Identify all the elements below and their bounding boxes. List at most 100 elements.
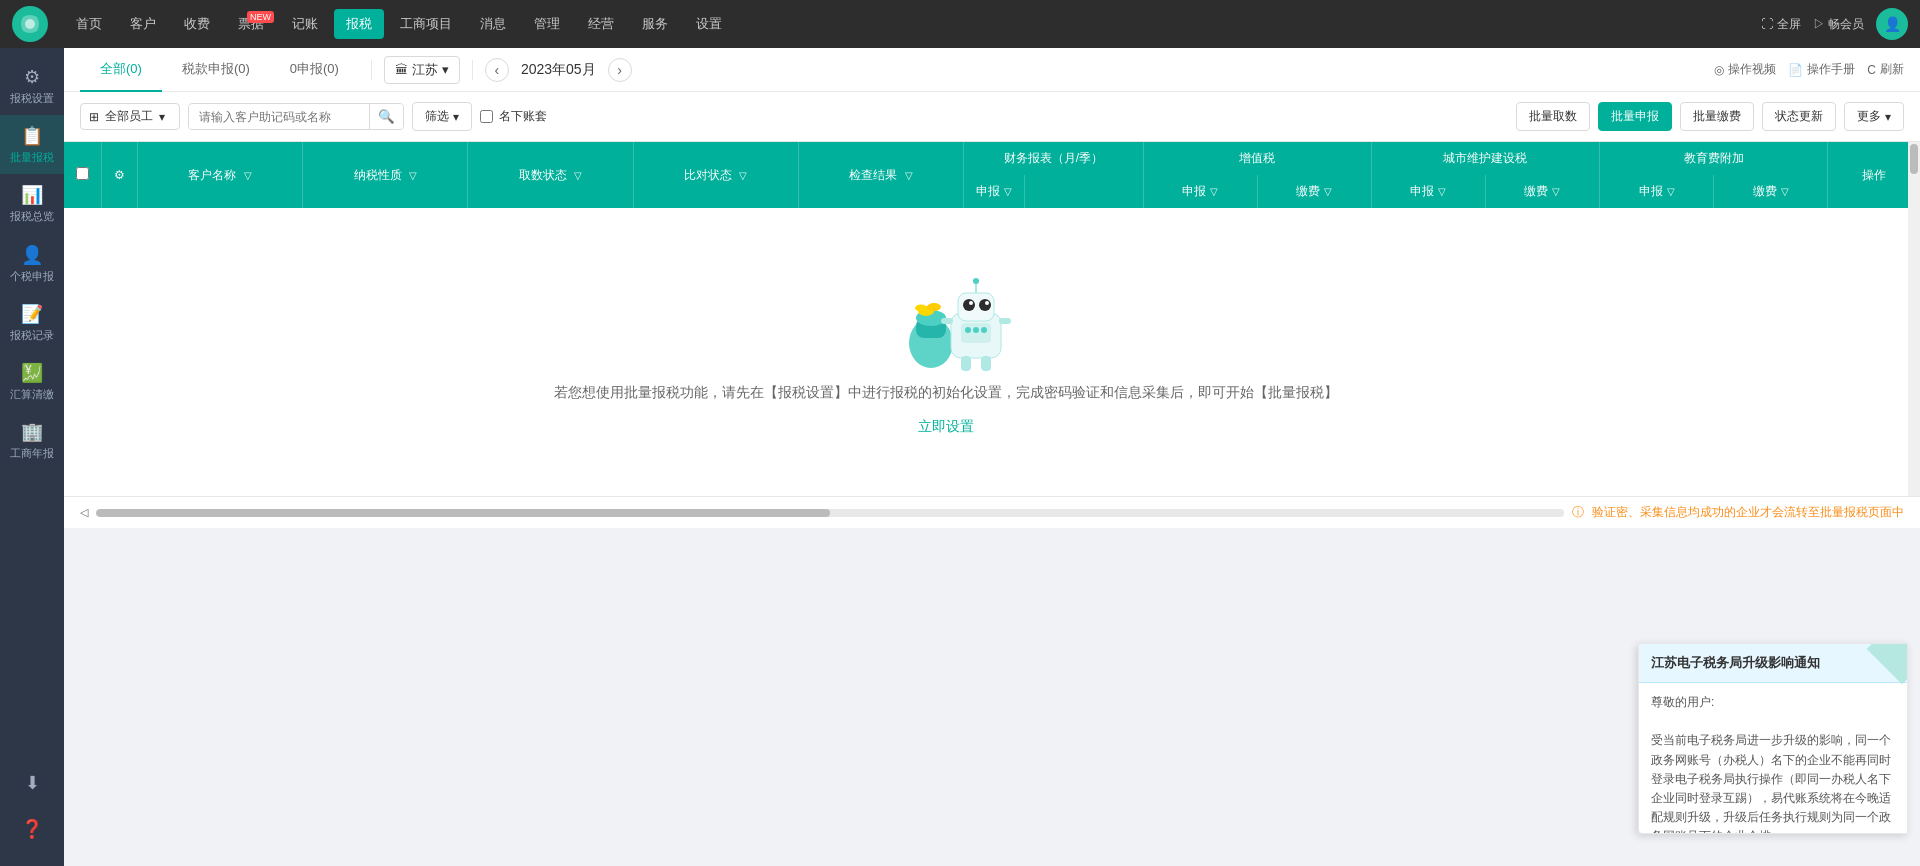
sidebar: ⚙ 报税设置 📋 批量报税 📊 报税总览 👤 个税申报 📝 报税记录 💹 汇算清… bbox=[0, 48, 64, 866]
search-input[interactable] bbox=[189, 105, 369, 129]
next-month-btn[interactable]: › bbox=[608, 58, 632, 82]
region-chevron: ▾ bbox=[442, 62, 449, 77]
prev-month-btn[interactable]: ‹ bbox=[485, 58, 509, 82]
employee-dropdown[interactable]: ⊞ 全部员工 ▾ bbox=[80, 103, 180, 130]
tab-zero-submit[interactable]: 0申报(0) bbox=[270, 48, 359, 92]
user-avatar[interactable]: 👤 bbox=[1876, 8, 1908, 40]
app-logo[interactable] bbox=[12, 6, 48, 42]
notification-body: 尊敬的用户:受当前电子税务局进一步升级的影响，同一个政务网账号（办税人）名下的企… bbox=[1639, 683, 1907, 833]
city-pay-col[interactable]: 缴费▽ bbox=[1485, 175, 1599, 208]
vat-pay-col[interactable]: 缴费▽ bbox=[1257, 175, 1371, 208]
tab-bar: 全部(0) 税款申报(0) 0申报(0) 🏛 江苏 ▾ ‹ 2023年05月 › bbox=[64, 48, 1920, 92]
notif-corner bbox=[1867, 644, 1907, 684]
logo-icon bbox=[12, 6, 48, 42]
status-update-btn[interactable]: 状态更新 bbox=[1762, 102, 1836, 131]
customer-name-col[interactable]: 客户名称 ▽ bbox=[138, 142, 303, 208]
tax-type-col[interactable]: 纳税性质 ▽ bbox=[303, 142, 468, 208]
more-btn[interactable]: 更多 ▾ bbox=[1844, 102, 1904, 131]
compare-status-col[interactable]: 比对状态 ▽ bbox=[633, 142, 798, 208]
check-result-col[interactable]: 检查结果 ▽ bbox=[798, 142, 963, 208]
sidebar-item-tax-overview[interactable]: 📊 报税总览 bbox=[0, 174, 64, 233]
warn-icon: ⓘ bbox=[1572, 504, 1584, 521]
data-table: ⚙ 客户名称 ▽ 纳税性质 ▽ 取数状态 bbox=[64, 142, 1920, 496]
help-icon: ❓ bbox=[21, 818, 43, 840]
sidebar-label-tax-records: 报税记录 bbox=[10, 329, 54, 342]
sidebar-item-personal-tax[interactable]: 👤 个税申报 bbox=[0, 234, 64, 293]
month-navigation: ‹ 2023年05月 › bbox=[485, 58, 632, 82]
nav-manage[interactable]: 管理 bbox=[522, 9, 572, 39]
filter-chevron: ▾ bbox=[453, 110, 459, 124]
customer-filter-icon: ▽ bbox=[244, 170, 252, 181]
svg-point-6 bbox=[915, 305, 927, 312]
batch-pay-btn[interactable]: 批量缴费 bbox=[1680, 102, 1754, 131]
svg-point-14 bbox=[973, 278, 979, 284]
financial-submit-col[interactable]: 申报▽ bbox=[964, 175, 1025, 208]
employee-table-icon: ⊞ bbox=[89, 110, 99, 124]
financial-report-col: 财务报表（月/季） bbox=[964, 142, 1143, 175]
setup-link[interactable]: 立即设置 bbox=[918, 418, 974, 436]
nav-customer[interactable]: 客户 bbox=[118, 9, 168, 39]
nav-home[interactable]: 首页 bbox=[64, 9, 114, 39]
nav-settings[interactable]: 设置 bbox=[684, 9, 734, 39]
toolbar-right: 批量取数 批量申报 批量缴费 状态更新 更多 ▾ bbox=[1516, 102, 1904, 131]
main-layout: ⚙ 报税设置 📋 批量报税 📊 报税总览 👤 个税申报 📝 报税记录 💹 汇算清… bbox=[0, 48, 1920, 866]
sidebar-item-annual-report[interactable]: 🏢 工商年报 bbox=[0, 411, 64, 470]
sidebar-label-tax-overview: 报税总览 bbox=[10, 210, 54, 223]
svg-point-10 bbox=[979, 299, 991, 311]
sidebar-item-tax-settings[interactable]: ⚙ 报税设置 bbox=[0, 56, 64, 115]
toolbar: ⊞ 全部员工 ▾ 🔍 筛选 ▾ 名下账套 批量取数 批量申报 批量缴费 状态更新 bbox=[64, 92, 1920, 142]
city-submit-col[interactable]: 申报▽ bbox=[1371, 175, 1485, 208]
nav-message[interactable]: 消息 bbox=[468, 9, 518, 39]
region-dropdown[interactable]: 🏛 江苏 ▾ bbox=[384, 56, 460, 84]
sidebar-label-annual-report: 工商年报 bbox=[10, 447, 54, 460]
sidebar-item-settlement[interactable]: 💹 汇算清缴 bbox=[0, 352, 64, 411]
filter-btn[interactable]: 筛选 ▾ bbox=[412, 102, 472, 131]
tab-tax-submit[interactable]: 税款申报(0) bbox=[162, 48, 270, 92]
horizontal-scrollbar[interactable] bbox=[96, 509, 1564, 517]
nav-accounting[interactable]: 记账 bbox=[280, 9, 330, 39]
refresh-btn[interactable]: C 刷新 bbox=[1867, 61, 1904, 78]
vip-btn[interactable]: ▷ 畅会员 bbox=[1813, 16, 1864, 33]
batch-submit-btn[interactable]: 批量申报 bbox=[1598, 102, 1672, 131]
vip-icon: ▷ bbox=[1813, 17, 1825, 31]
sidebar-item-batch-tax[interactable]: 📋 批量报税 bbox=[0, 115, 64, 174]
settings-icon: ⚙ bbox=[114, 168, 125, 182]
underaccount-checkbox[interactable] bbox=[480, 110, 493, 123]
sidebar-help[interactable]: ❓ bbox=[17, 808, 47, 850]
sidebar-label-settlement: 汇算清缴 bbox=[10, 388, 54, 401]
top-nav-right: ⛶ 全屏 ▷ 畅会员 👤 bbox=[1761, 8, 1908, 40]
select-all-checkbox[interactable] bbox=[76, 167, 89, 180]
operation-video-btn[interactable]: ◎ 操作视频 bbox=[1714, 61, 1776, 78]
nav-business[interactable]: 工商项目 bbox=[388, 9, 464, 39]
sidebar-item-tax-records[interactable]: 📝 报税记录 bbox=[0, 293, 64, 352]
search-btn[interactable]: 🔍 bbox=[369, 104, 403, 129]
nav-operation[interactable]: 经营 bbox=[576, 9, 626, 39]
sidebar-download[interactable]: ⬇ bbox=[17, 762, 47, 804]
employee-label: 全部员工 bbox=[105, 108, 153, 125]
operation-manual-btn[interactable]: 📄 操作手册 bbox=[1788, 61, 1855, 78]
region-label: 江苏 bbox=[412, 61, 438, 79]
edu-surcharge-col: 教育费附加 bbox=[1600, 142, 1828, 175]
batch-tax-icon: 📋 bbox=[21, 125, 43, 147]
table-container: ⚙ 客户名称 ▽ 纳税性质 ▽ 取数状态 bbox=[64, 142, 1920, 496]
nav-invoice[interactable]: 票据 NEW bbox=[226, 9, 276, 39]
invoice-badge: NEW bbox=[247, 11, 274, 23]
nav-tax[interactable]: 报税 bbox=[334, 9, 384, 39]
batch-fetch-btn[interactable]: 批量取数 bbox=[1516, 102, 1590, 131]
tab-all[interactable]: 全部(0) bbox=[80, 48, 162, 92]
video-icon: ◎ bbox=[1714, 63, 1724, 77]
svg-point-9 bbox=[963, 299, 975, 311]
edu-submit-col[interactable]: 申报▽ bbox=[1600, 175, 1714, 208]
annual-report-icon: 🏢 bbox=[21, 421, 43, 443]
fullscreen-btn[interactable]: ⛶ 全屏 bbox=[1761, 16, 1800, 33]
edu-pay-col[interactable]: 缴费▽ bbox=[1714, 175, 1828, 208]
content-scrollbar[interactable] bbox=[1908, 142, 1920, 496]
notification-panel: 江苏电子税务局升级影响通知 × 尊敬的用户:受当前电子税务局进一步升级的影响，同… bbox=[1638, 643, 1908, 834]
fetch-status-col[interactable]: 取数状态 ▽ bbox=[468, 142, 633, 208]
empty-main-text: 若您想使用批量报税功能，请先在【报税设置】中进行报税的初始化设置，完成密码验证和… bbox=[554, 384, 1338, 402]
nav-fee[interactable]: 收费 bbox=[172, 9, 222, 39]
nav-service[interactable]: 服务 bbox=[630, 9, 680, 39]
vat-submit-col[interactable]: 申报▽ bbox=[1143, 175, 1257, 208]
region-selector: 🏛 江苏 ▾ bbox=[384, 56, 460, 84]
underaccount-checkbox-label[interactable]: 名下账套 bbox=[480, 108, 547, 125]
